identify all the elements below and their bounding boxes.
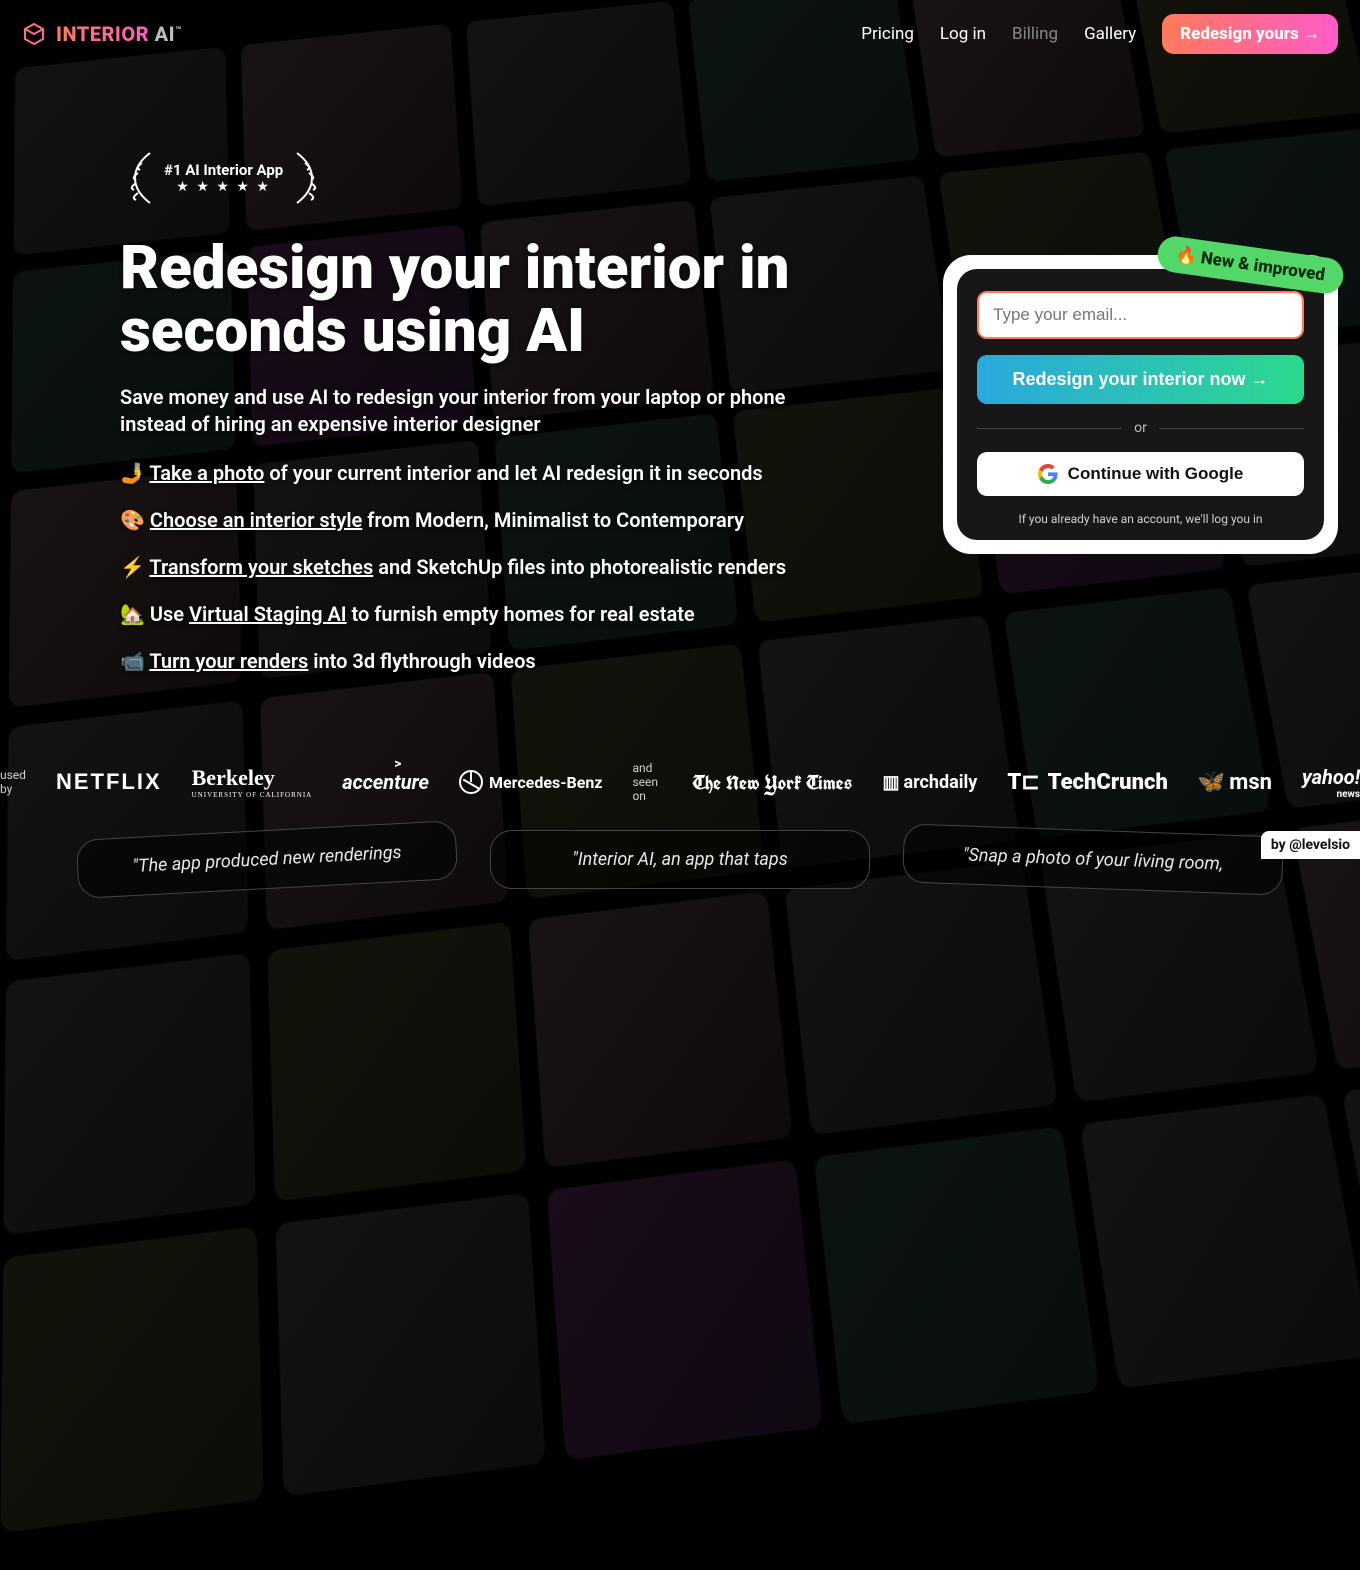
nav-login[interactable]: Log in: [940, 24, 986, 44]
cube-icon: [22, 22, 46, 46]
logo-archdaily: ▥ archdaily: [882, 772, 977, 793]
quote-card-3: "Snap a photo of your living room,: [902, 823, 1284, 895]
logo-nyt: The New York Times: [692, 769, 852, 796]
laurel-left-icon: [120, 148, 160, 208]
laurel-right-icon: [287, 148, 327, 208]
feature-4-link[interactable]: Virtual Staging AI: [189, 602, 347, 626]
logo-mercedes: Mercedes-Benz: [459, 770, 602, 794]
author-credit[interactable]: by @levelsio: [1261, 831, 1360, 859]
logo-msn: 🦋 msn: [1198, 770, 1272, 795]
mercedes-star-icon: [459, 770, 483, 794]
feature-3: ⚡ Transform your sketches and SketchUp f…: [120, 554, 820, 581]
used-by-label: used by: [0, 768, 26, 796]
feature-3-link[interactable]: Transform your sketches: [149, 555, 373, 579]
headline: Redesign your interior in seconds using …: [120, 236, 880, 362]
logo-berkeley: BerkeleyUNIVERSITY OF CALIFORNIA: [192, 765, 313, 799]
redesign-now-button[interactable]: Redesign your interior now →: [977, 355, 1304, 404]
press-logo-row: used by NETFLIX BerkeleyUNIVERSITY OF CA…: [0, 761, 1360, 803]
badge-stars: ★ ★ ★ ★ ★: [176, 179, 271, 195]
feature-1: 🤳 Take a photo of your current interior …: [120, 460, 820, 487]
or-divider: or: [977, 420, 1304, 436]
nav-pricing[interactable]: Pricing: [861, 24, 914, 44]
award-badge: #1 AI Interior App ★ ★ ★ ★ ★: [120, 148, 880, 208]
email-input[interactable]: [977, 291, 1304, 339]
brand-main: INTERIOR: [56, 22, 149, 46]
feature-5-link[interactable]: Turn your renders: [149, 649, 308, 673]
nav-billing[interactable]: Billing: [1012, 24, 1058, 44]
nav-cta-button[interactable]: Redesign yours →: [1162, 14, 1338, 54]
tagline: Save money and use AI to redesign your i…: [120, 384, 820, 438]
continue-google-button[interactable]: Continue with Google: [977, 452, 1304, 496]
brand-tm: ™: [175, 25, 182, 36]
google-icon: [1038, 464, 1058, 484]
logo-netflix: NETFLIX: [56, 769, 162, 795]
seen-on-label: and seen on: [632, 761, 662, 803]
logo-accenture: accenture: [342, 770, 429, 794]
quote-card-2: "Interior AI, an app that taps: [490, 830, 870, 889]
feature-1-link[interactable]: Take a photo: [149, 461, 264, 485]
logo-yahoo: yahoo!news: [1302, 765, 1360, 800]
brand[interactable]: INTERIOR AI™: [22, 22, 182, 46]
feature-2-link[interactable]: Choose an interior style: [150, 508, 362, 532]
quote-card-1: "The app produced new renderings: [75, 820, 458, 899]
brand-sub: AI: [155, 22, 175, 46]
top-nav: INTERIOR AI™ Pricing Log in Billing Gall…: [0, 0, 1360, 68]
feature-4: 🏡 Use Virtual Staging AI to furnish empt…: [120, 601, 820, 628]
logo-techcrunch: T⊏TechCrunch: [1007, 770, 1168, 795]
nav-gallery[interactable]: Gallery: [1084, 24, 1136, 44]
feature-5: 📹 Turn your renders into 3d flythrough v…: [120, 648, 820, 675]
feature-2: 🎨 Choose an interior style from Modern, …: [120, 507, 820, 534]
signup-card: 🔥 New & improved Redesign your interior …: [943, 255, 1338, 554]
signup-fineprint: If you already have an account, we'll lo…: [977, 512, 1304, 526]
quote-row: "The app produced new renderings "Interi…: [0, 830, 1360, 889]
badge-title: #1 AI Interior App: [164, 161, 283, 179]
